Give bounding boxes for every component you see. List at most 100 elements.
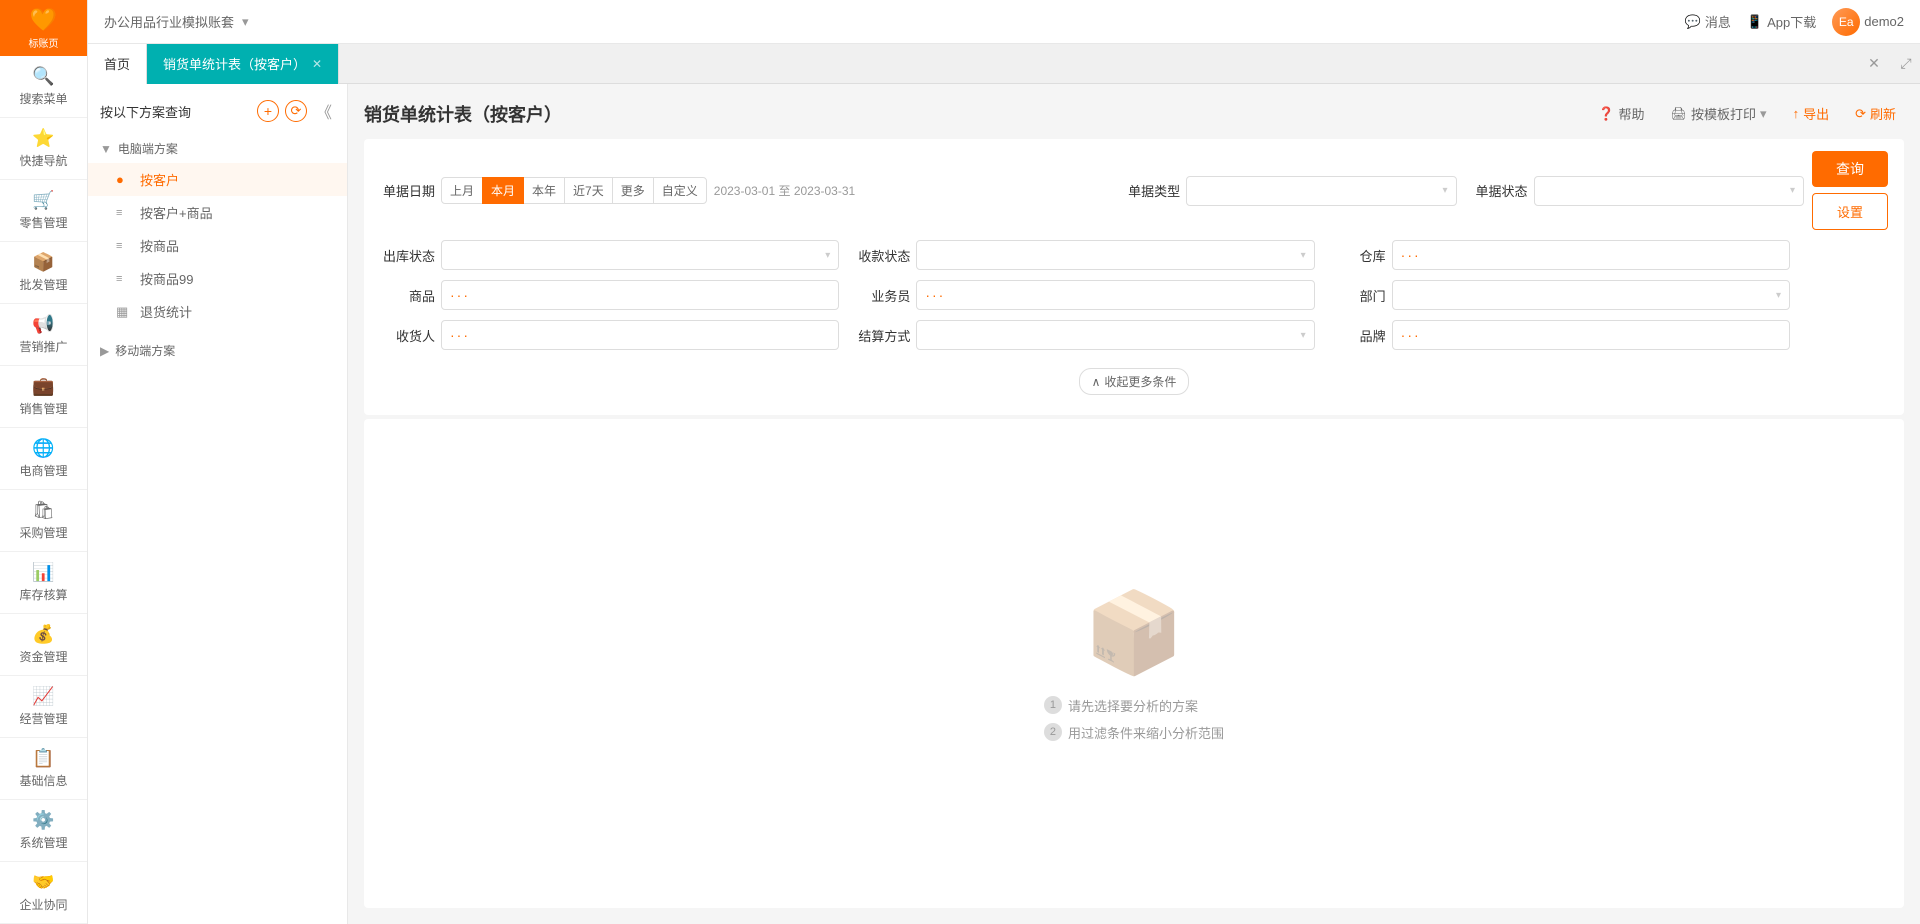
message-icon: 💬 [1685,14,1701,30]
sidebar-item-inventory[interactable]: 📊 库存核算 [0,552,87,614]
empty-illustration: 📦 [1084,586,1184,680]
tab-home[interactable]: 首页 [88,44,147,84]
brand-filter: 品牌 ··· [1331,320,1790,350]
sidebar-item-operation[interactable]: 📈 经营管理 [0,676,87,738]
warehouse-filter: 仓库 ··· [1331,240,1790,270]
date-btn-custom[interactable]: 自定义 [653,177,707,204]
tree-group-mobile[interactable]: ▶ 移动端方案 [88,336,347,365]
sidebar-item-sales[interactable]: 💼 销售管理 [0,366,87,428]
sidebar-item-ecommerce-label: 电商管理 [19,462,67,479]
sidebar-item-ecommerce[interactable]: 🌐 电商管理 [0,428,87,490]
date-btn-this-year[interactable]: 本年 [523,177,565,204]
bill-type-label: 单据类型 [1125,181,1180,200]
sidebar-item-retail[interactable]: 🛒 零售管理 [0,180,87,242]
message-label: 消息 [1705,12,1731,31]
sidebar-item-basic-label: 基础信息 [19,772,67,789]
department-control[interactable]: ▾ [1392,280,1790,310]
tip-1-num: 1 [1044,696,1062,714]
tree-item-return-stats-label: 退货统计 [140,302,192,321]
refresh-btn[interactable]: ⟳ 刷新 [1847,100,1904,127]
help-btn[interactable]: ❓ 帮助 [1590,100,1652,127]
sidebar-item-wholesale[interactable]: 📦 批发管理 [0,242,87,304]
tab-close-icon[interactable]: ✕ [312,57,322,71]
tree-item-by-goods-label: 按商品 [140,236,179,255]
settlement-control[interactable]: ▾ [916,320,1314,350]
sidebar-item-wholesale-label: 批发管理 [19,276,67,293]
filter-row-2: 出库状态 ▾ 收款状态 ▾ 仓库 [380,240,1888,270]
sidebar-item-purchase[interactable]: 🛍 采购管理 [0,490,87,552]
message-btn[interactable]: 💬 消息 [1685,12,1731,31]
maximize-window-btn[interactable]: ⤢ [1892,50,1920,78]
sidebar-item-marketing[interactable]: 📢 营销推广 [0,304,87,366]
sales-icon: 💼 [32,376,54,397]
sidebar-item-search[interactable]: 🔍 搜索菜单 [0,56,87,118]
tree-item-by-customer[interactable]: ● 按客户 [88,163,347,196]
finance-icon: 💰 [32,624,54,645]
bill-type-caret: ▾ [1443,185,1448,196]
logo-text: 标账页 [29,35,59,50]
collapse-btn[interactable]: ∧ 收起更多条件 [1079,368,1190,395]
page-title-bar: 销货单统计表（按客户） ❓ 帮助 🖨 按模板打印 ▾ ↑ 导出 [364,100,1904,127]
date-filter-group: 单据日期 上月 本月 本年 近7天 更多 自定义 2023-03-01 至 20… [380,177,1109,204]
goods-control[interactable]: ··· [441,280,839,310]
add-scheme-btn[interactable]: + [257,100,279,122]
sidebar-item-cooperation[interactable]: 🤝 企业协同 [0,862,87,924]
avatar: Ea [1832,8,1860,36]
refresh-scheme-btn[interactable]: ⟳ [285,100,307,122]
tree-item-by-customer-goods-label: 按客户+商品 [140,203,213,222]
sidebar-item-system[interactable]: ⚙️ 系统管理 [0,800,87,862]
outbound-control[interactable]: ▾ [441,240,839,270]
bill-type-control[interactable]: ▾ [1186,176,1456,206]
bill-status-control[interactable]: ▾ [1534,176,1804,206]
sidebar-item-quicknav[interactable]: ⭐ 快捷导航 [0,118,87,180]
brand-control[interactable]: ··· [1392,320,1790,350]
sidebar-item-marketing-label: 营销推广 [19,338,67,355]
sidebar-item-purchase-label: 采购管理 [19,524,67,541]
tree-item-by-goods-99[interactable]: ≡ 按商品99 [88,262,347,295]
close-window-btn[interactable]: ✕ [1860,50,1888,78]
settlement-filter: 结算方式 ▾ [855,320,1314,350]
tree-item-by-customer-goods[interactable]: ≡ 按客户+商品 [88,196,347,229]
payment-control[interactable]: ▾ [916,240,1314,270]
left-panel-actions: + ⟳ 《 [257,100,335,122]
sidebar-item-basic[interactable]: 📋 基础信息 [0,738,87,800]
sidebar-item-inventory-label: 库存核算 [19,586,67,603]
scheme-icon-3: ≡ [116,273,134,285]
header-left: 办公用品行业模拟账套 ▾ [104,12,249,31]
cooperation-icon: 🤝 [32,872,54,893]
collapse-panel-btn[interactable]: 《 [313,100,335,122]
tip-2-text: 用过滤条件来缩小分析范围 [1068,723,1224,742]
settlement-caret: ▾ [1301,330,1306,341]
dropdown-icon[interactable]: ▾ [242,14,249,30]
tree-collapse-icon: ▶ [100,344,109,358]
tab-sales-stats[interactable]: 销货单统计表（按客户） ✕ [147,44,339,84]
warehouse-control[interactable]: ··· [1392,240,1790,270]
app-download-btn[interactable]: 📱 App下载 [1747,12,1816,31]
export-btn[interactable]: ↑ 导出 [1785,100,1838,127]
operation-icon: 📈 [32,686,54,707]
date-btn-last-month[interactable]: 上月 [441,177,483,204]
settlement-label: 结算方式 [855,326,910,345]
template-print-btn[interactable]: 🖨 按模板打印 ▾ [1663,100,1775,127]
sidebar-item-retail-label: 零售管理 [19,214,67,231]
tree-group-pc[interactable]: ▼ 电脑端方案 [88,134,347,163]
sidebar-item-search-label: 搜索菜单 [19,90,67,107]
date-btn-more[interactable]: 更多 [612,177,654,204]
user-profile[interactable]: Ea demo2 [1832,8,1904,36]
tree-item-return-stats[interactable]: ▦ 退货统计 [88,295,347,328]
left-panel: 按以下方案查询 + ⟳ 《 ▼ 电脑端方案 ● 按客户 [88,84,348,924]
tree-item-by-goods[interactable]: ≡ 按商品 [88,229,347,262]
template-dropdown-icon: ▾ [1760,106,1767,122]
query-button[interactable]: 查询 [1812,151,1888,187]
bill-status-label: 单据状态 [1473,181,1528,200]
settings-button[interactable]: 设置 [1812,193,1888,230]
date-btn-7days[interactable]: 近7天 [564,177,613,204]
sidebar-item-finance[interactable]: 💰 资金管理 [0,614,87,676]
payment-label: 收款状态 [855,246,910,265]
date-btn-this-month[interactable]: 本月 [482,177,524,204]
search-icon: 🔍 [32,66,54,87]
salesperson-control[interactable]: ··· [916,280,1314,310]
consignee-control[interactable]: ··· [441,320,839,350]
bill-type-filter: 单据类型 ▾ [1125,176,1456,206]
outbound-filter: 出库状态 ▾ [380,240,839,270]
